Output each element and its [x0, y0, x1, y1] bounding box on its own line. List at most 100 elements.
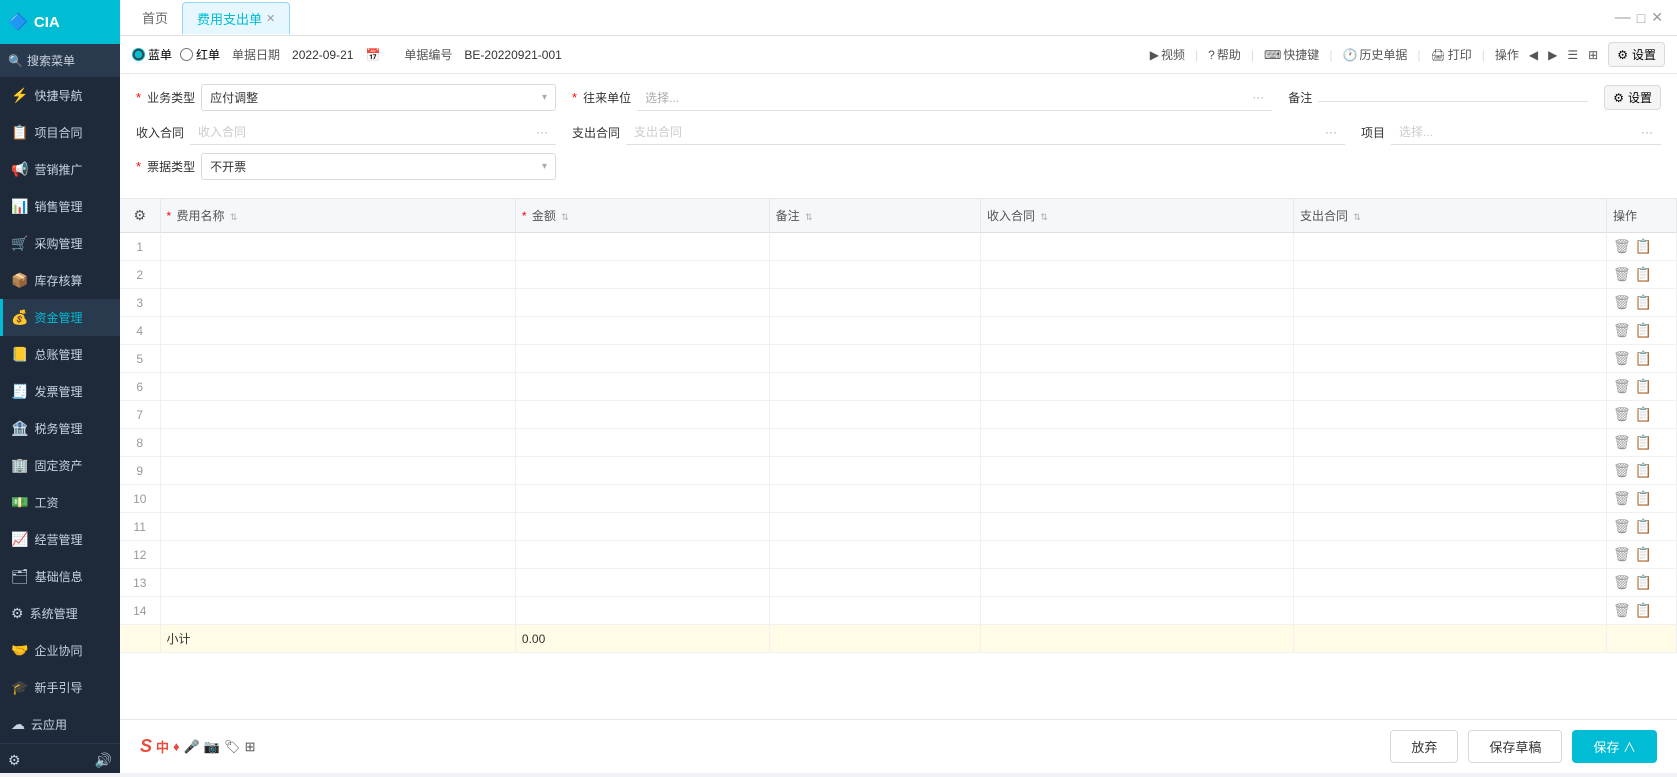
cell-expense-contract[interactable]: [1293, 429, 1606, 457]
close-btn[interactable]: ✕: [1651, 9, 1663, 26]
copy-icon[interactable]: 📋: [1635, 546, 1652, 563]
cell-amount[interactable]: [515, 261, 769, 289]
cell-expense-contract[interactable]: [1293, 233, 1606, 261]
cell-amount[interactable]: [515, 457, 769, 485]
cell-expense-contract[interactable]: [1293, 261, 1606, 289]
cell-amount[interactable]: [515, 401, 769, 429]
delete-icon[interactable]: 🗑: [1613, 546, 1631, 563]
delete-icon[interactable]: 🗑: [1613, 406, 1631, 423]
delete-icon[interactable]: 🗑: [1613, 602, 1631, 619]
cell-expense-contract[interactable]: [1293, 373, 1606, 401]
delete-icon[interactable]: 🗑: [1613, 294, 1631, 311]
cell-amount[interactable]: [515, 597, 769, 625]
sidebar-item-fixed-assets[interactable]: 🏢 固定资产: [0, 447, 120, 484]
cell-note[interactable]: [769, 345, 980, 373]
delete-icon[interactable]: 🗑: [1613, 322, 1631, 339]
sidebar-item-marketing[interactable]: 📢 营销推广: [0, 151, 120, 188]
project-input[interactable]: 选择... ···: [1391, 119, 1661, 145]
invoice-type-select[interactable]: 不开票 ▾: [201, 153, 556, 180]
copy-icon[interactable]: 📋: [1635, 266, 1652, 283]
cell-amount[interactable]: [515, 373, 769, 401]
copy-icon[interactable]: 📋: [1635, 434, 1652, 451]
cell-amount[interactable]: [515, 541, 769, 569]
cell-amount[interactable]: [515, 485, 769, 513]
copy-icon[interactable]: 📋: [1635, 574, 1652, 591]
operate-btn[interactable]: 操作: [1495, 46, 1519, 63]
copy-icon[interactable]: 📋: [1635, 518, 1652, 535]
col-settings[interactable]: ⚙: [120, 199, 160, 233]
settings-button[interactable]: ⚙ 设置: [1608, 42, 1665, 67]
cell-income-contract[interactable]: [981, 233, 1294, 261]
cell-expense-contract[interactable]: [1293, 317, 1606, 345]
col-settings-btn[interactable]: ⚙: [133, 207, 146, 224]
delete-icon[interactable]: 🗑: [1613, 574, 1631, 591]
cell-income-contract[interactable]: [981, 541, 1294, 569]
cell-expense-contract[interactable]: [1293, 513, 1606, 541]
sidebar-item-cloud-apps[interactable]: ☁ 云应用: [0, 706, 120, 743]
sidebar-item-system[interactable]: ⚙ 系统管理: [0, 595, 120, 632]
copy-icon[interactable]: 📋: [1635, 406, 1652, 423]
save-draft-button[interactable]: 保存草稿: [1468, 730, 1562, 763]
cell-expense-contract[interactable]: [1293, 289, 1606, 317]
delete-icon[interactable]: 🗑: [1613, 462, 1631, 479]
cell-amount[interactable]: [515, 345, 769, 373]
delete-icon[interactable]: 🗑: [1613, 490, 1631, 507]
copy-icon[interactable]: 📋: [1635, 294, 1652, 311]
cell-expense-contract[interactable]: [1293, 541, 1606, 569]
cell-expense-name[interactable]: [160, 373, 515, 401]
maximize-btn[interactable]: □: [1637, 10, 1645, 26]
cell-note[interactable]: [769, 317, 980, 345]
cell-income-contract[interactable]: [981, 597, 1294, 625]
cell-expense-contract[interactable]: [1293, 401, 1606, 429]
tab-close-icon[interactable]: ✕: [266, 12, 275, 25]
cell-amount[interactable]: [515, 233, 769, 261]
cell-income-contract[interactable]: [981, 345, 1294, 373]
counterpart-input[interactable]: 选择... ···: [637, 85, 1272, 111]
cell-note[interactable]: [769, 401, 980, 429]
sidebar-item-project-contract[interactable]: 📋 项目合同: [0, 114, 120, 151]
cell-amount[interactable]: [515, 289, 769, 317]
next-btn[interactable]: ▶: [1548, 48, 1557, 62]
cell-note[interactable]: [769, 429, 980, 457]
cell-expense-name[interactable]: [160, 513, 515, 541]
cell-note[interactable]: [769, 261, 980, 289]
cell-expense-name[interactable]: [160, 345, 515, 373]
form-settings-button[interactable]: ⚙ 设置: [1604, 85, 1661, 110]
copy-icon[interactable]: 📋: [1635, 378, 1652, 395]
delete-icon[interactable]: 🗑: [1613, 350, 1631, 367]
sidebar-item-tax[interactable]: 🏦 税务管理: [0, 410, 120, 447]
delete-icon[interactable]: 🗑: [1613, 434, 1631, 451]
cell-expense-contract[interactable]: [1293, 597, 1606, 625]
counterpart-more-icon[interactable]: ···: [1252, 90, 1264, 104]
sidebar-item-capital[interactable]: 💰 资金管理: [0, 299, 120, 336]
sidebar-item-quick-nav[interactable]: ⚡ 快捷导航: [0, 77, 120, 114]
cell-expense-name[interactable]: [160, 401, 515, 429]
cell-expense-name[interactable]: [160, 261, 515, 289]
save-button[interactable]: 保存 ∧: [1572, 730, 1657, 763]
settings-icon[interactable]: ⚙: [8, 752, 21, 769]
project-more-icon[interactable]: ···: [1641, 125, 1653, 139]
business-type-select[interactable]: 应付调整 ▾: [201, 84, 556, 111]
cell-note[interactable]: [769, 457, 980, 485]
expense-contract-input[interactable]: 支出合同 ···: [626, 119, 1345, 145]
cell-income-contract[interactable]: [981, 401, 1294, 429]
cell-expense-contract[interactable]: [1293, 345, 1606, 373]
sidebar-item-basic-info[interactable]: 🗂 基础信息: [0, 558, 120, 595]
sidebar-item-inventory[interactable]: 📦 库存核算: [0, 262, 120, 299]
cell-expense-contract[interactable]: [1293, 569, 1606, 597]
cell-expense-name[interactable]: [160, 457, 515, 485]
prev-btn[interactable]: ◀: [1529, 48, 1538, 62]
copy-icon[interactable]: 📋: [1635, 350, 1652, 367]
cell-amount[interactable]: [515, 429, 769, 457]
cell-amount[interactable]: [515, 317, 769, 345]
copy-icon[interactable]: 📋: [1635, 490, 1652, 507]
cell-note[interactable]: [769, 373, 980, 401]
radio-red[interactable]: 红单: [180, 46, 220, 63]
tab-home[interactable]: 首页: [128, 2, 182, 33]
video-btn[interactable]: ▶ 视频: [1150, 46, 1185, 63]
cell-expense-name[interactable]: [160, 541, 515, 569]
cell-income-contract[interactable]: [981, 485, 1294, 513]
copy-icon[interactable]: 📋: [1635, 602, 1652, 619]
sidebar-item-enterprise[interactable]: 🤝 企业协同: [0, 632, 120, 669]
sidebar-item-new-guide[interactable]: 🎓 新手引导: [0, 669, 120, 706]
